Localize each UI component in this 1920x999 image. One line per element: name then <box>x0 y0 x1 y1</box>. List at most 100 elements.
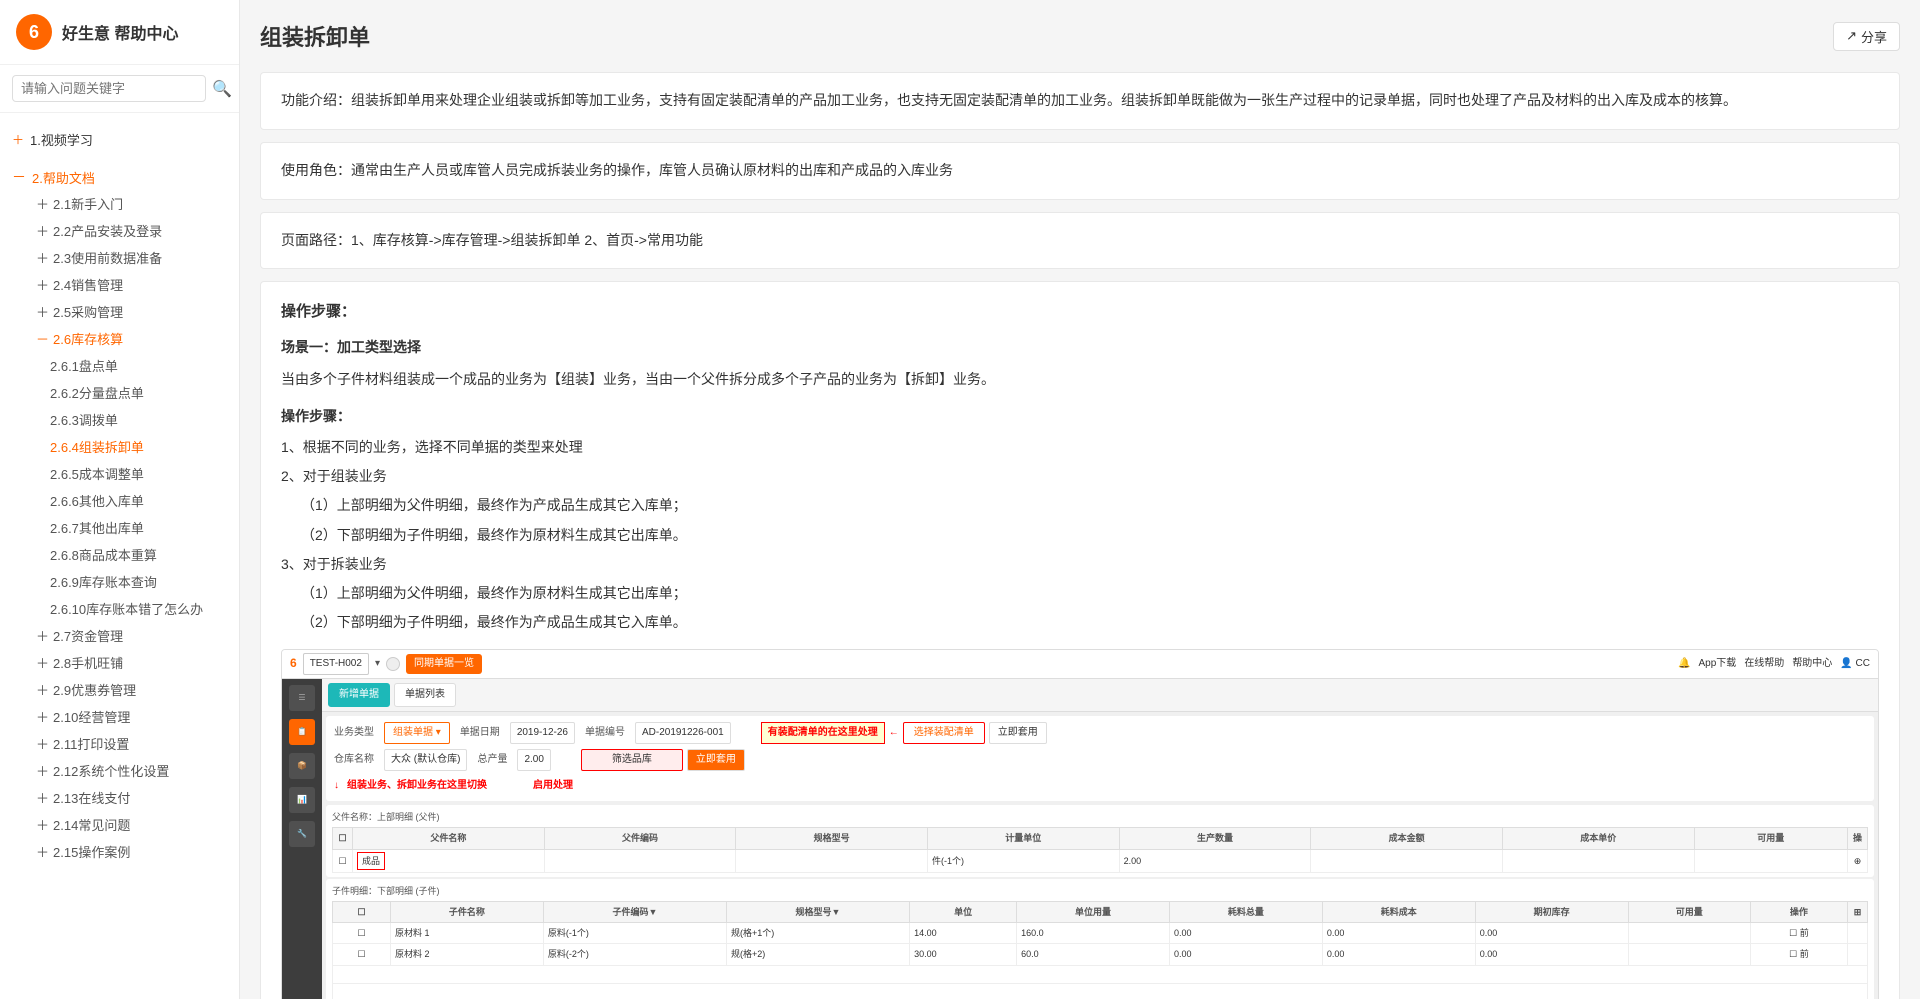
lth-cost: 耗料成本 <box>1322 902 1475 923</box>
share-icon: ↗ <box>1846 28 1857 44</box>
td-cost21 <box>1502 849 1694 872</box>
function-intro-text: 功能介绍：组装拆卸单用来处理企业组装或拆卸等加工业务，支持有固定装配清单的产品加… <box>281 92 1737 108</box>
screenshot-body: ☰ 📋 📦 📊 🔧 新增单据 单据列表 <box>282 679 1878 999</box>
sidebar-item-2-6-8[interactable]: 2.6.8商品成本重算 <box>42 541 227 568</box>
sidebar-item-2-6-2[interactable]: 2.6.2分量盘点单 <box>42 379 227 406</box>
ss-app-icon: App下载 <box>1699 655 1737 673</box>
screenshot-topbar: 6 TEST-H002 ▾ 同期单据一览 🔔 App下载 在线帮助 帮助中心 👤… <box>282 650 1878 679</box>
table-row <box>333 983 1868 999</box>
ss-count-val: 2.00 <box>517 749 550 771</box>
search-button[interactable]: 🔍 <box>212 79 232 99</box>
sidebar-item-2-6-4[interactable]: 2.6.4组装拆卸单 <box>42 433 227 460</box>
ss-arrow-annotation3: ↓ <box>334 777 339 795</box>
ss-tab-list[interactable]: 单据列表 <box>394 683 456 707</box>
lth-code: 子件编码▼ <box>543 902 726 923</box>
search-input[interactable] <box>12 75 206 102</box>
plus-icon-2-9: ＋ <box>36 680 49 699</box>
ss-nav-icon-3: 📦 <box>289 753 315 779</box>
td-cb1: ☐ <box>333 849 353 872</box>
td-name1: 成品 <box>353 849 545 872</box>
minus-icon: － <box>12 167 26 187</box>
step2-2: （2）下部明细为子件明细，最终作为原材料生成其它出库单。 <box>301 523 1879 548</box>
ss-service-icon: 帮助中心 <box>1792 655 1832 673</box>
th-count2: 生产数量 <box>1119 828 1311 849</box>
table-row: ☐ 原材料 2 原料(-2个) 规(格+2) 30.00 60.0 0.00 0… <box>333 944 1868 965</box>
lth-spec: 规格型号▼ <box>726 902 909 923</box>
ss-tabs: 新增单据 单据列表 <box>322 679 1878 712</box>
ss-assembly-select[interactable]: 选择装配清单 <box>903 722 985 744</box>
sidebar-item-2-9[interactable]: ＋ 2.9优惠券管理 <box>28 676 227 703</box>
share-button[interactable]: ↗ 分享 <box>1833 22 1900 51</box>
ss-annotation-text3: 组装业务、拆卸业务在这里切换 <box>347 777 487 795</box>
th-action: 操 <box>1848 828 1868 849</box>
sidebar-item-2-5[interactable]: ＋ 2.5采购管理 <box>28 298 227 325</box>
sidebar-item-2-13[interactable]: ＋ 2.13在线支付 <box>28 784 227 811</box>
step1: 1、根据不同的业务，选择不同单据的类型来处理 <box>281 435 1879 460</box>
ss-nav-icon-4: 📊 <box>289 787 315 813</box>
sidebar-item-2-1[interactable]: ＋ 2.1新手入门 <box>28 190 227 217</box>
td-cost1 <box>1311 849 1503 872</box>
sidebar-item-2-6-10[interactable]: 2.6.10库存账本错了怎么办 <box>42 595 227 622</box>
sidebar-item-2-2[interactable]: ＋ 2.2产品安装及登录 <box>28 217 227 244</box>
ss-add-btn[interactable]: 立即套用 <box>989 722 1047 744</box>
step3: 3、对于拆装业务 <box>281 552 1879 577</box>
td-avail1 <box>1694 849 1847 872</box>
screenshot-container: 6 TEST-H002 ▾ 同期单据一览 🔔 App下载 在线帮助 帮助中心 👤… <box>281 649 1879 999</box>
ss-nav-icon-1: ☰ <box>289 685 315 711</box>
sidebar-item-2-3[interactable]: ＋ 2.3使用前数据准备 <box>28 244 227 271</box>
sidebar-item-2-12[interactable]: ＋ 2.12系统个性化设置 <box>28 757 227 784</box>
sidebar-item-2-6-1[interactable]: 2.6.1盘点单 <box>42 352 227 379</box>
lth-avail: 可用量 <box>1628 902 1750 923</box>
table-row <box>333 965 1868 983</box>
ss-upper-table-area: 父件名称：上部明细 (父件) ☐ 父件名称 父件编码 规格型号 计 <box>326 805 1874 877</box>
ss-type-select[interactable]: 组装单据 ▾ <box>384 722 450 744</box>
ss-annotation-text4: 启用处理 <box>533 777 573 795</box>
sidebar-item-2-6-5[interactable]: 2.6.5成本调整单 <box>42 460 227 487</box>
ss-lower-table-header: ☐ 子件名称 子件编码▼ 规格型号▼ 单位 单位用量 耗料总量 耗料成本 <box>333 902 1868 923</box>
sidebar-item-2-4[interactable]: ＋ 2.4销售管理 <box>28 271 227 298</box>
nav-section-2: － 2.帮助文档 ＋ 2.1新手入门 ＋ 2.2产品安装及登录 ＋ 2.3使用前… <box>0 158 239 871</box>
sidebar-item-2-6-6[interactable]: 2.6.6其他入库单 <box>42 487 227 514</box>
sidebar-item-2-14[interactable]: ＋ 2.14常见问题 <box>28 811 227 838</box>
ss-label-count: 总产量 <box>477 751 507 769</box>
sidebar-item-2-6[interactable]: － 2.6库存核算 <box>28 325 227 352</box>
step3-2: （2）下部明细为子件明细，最终作为产成品生成其它入库单。 <box>301 610 1879 635</box>
sidebar-item-2-6-3[interactable]: 2.6.3调拨单 <box>42 406 227 433</box>
ss-warehouse-val: 大众 (默认仓库) <box>384 749 467 771</box>
sidebar-item-video-learning[interactable]: ＋ 1.视频学习 <box>12 127 227 152</box>
lth-name: 子件名称 <box>390 902 543 923</box>
sidebar-item-2-6-7[interactable]: 2.6.7其他出库单 <box>42 514 227 541</box>
ss-annotation-area1: 有装配清单的在这里处理 ← 选择装配清单 立即套用 <box>761 722 1047 744</box>
sidebar-item-2-7[interactable]: ＋ 2.7资金管理 <box>28 622 227 649</box>
plus-icon-2-10: ＋ <box>36 707 49 726</box>
plus-icon-2-4: ＋ <box>36 275 49 294</box>
sidebar-item-2-10[interactable]: ＋ 2.10经营管理 <box>28 703 227 730</box>
table-row: ☐ 原材料 1 原料(-1个) 规(格+1个) 14.00 160.0 0.00… <box>333 923 1868 944</box>
sidebar-item-2-11[interactable]: ＋ 2.11打印设置 <box>28 730 227 757</box>
scene1-title: 场景一：加工类型选择 <box>281 335 1879 360</box>
sidebar-item-2-8[interactable]: ＋ 2.8手机旺铺 <box>28 649 227 676</box>
ss-tab-active[interactable]: 新增单据 <box>328 683 390 707</box>
ss-label-warehouse: 仓库名称 <box>334 751 374 769</box>
ss-form-row1: 业务类型 组装单据 ▾ 单据日期 2019-12-26 单据编号 AD-2019… <box>334 722 1866 744</box>
plus-icon-2-3: ＋ <box>36 248 49 267</box>
step2: 2、对于组装业务 <box>281 464 1879 489</box>
td-name1-val: 成品 <box>357 852 385 870</box>
th-spec: 规格型号 <box>736 828 928 849</box>
ss-right-icons: 🔔 App下载 在线帮助 帮助中心 👤 CC <box>1678 655 1870 673</box>
ss-lower-table: ☐ 子件名称 子件编码▼ 规格型号▼ 单位 单位用量 耗料总量 耗料成本 <box>332 901 1868 999</box>
step3-1: （1）上部明细为父件明细，最终作为原材料生成其它出库单； <box>301 581 1879 606</box>
operation-steps-section: 操作步骤： 场景一：加工类型选择 当由多个子件材料组装成一个成品的业务为【组装】… <box>260 281 1900 999</box>
ss-avatar: 👤 CC <box>1840 655 1870 673</box>
lth-expand: ⊞ <box>1848 902 1868 923</box>
th-avail: 可用量 <box>1694 828 1847 849</box>
ss-label-type: 业务类型 <box>334 724 374 742</box>
sidebar-item-2-6-9[interactable]: 2.6.9库存账本查询 <box>42 568 227 595</box>
ss-new-order-btn[interactable]: 同期单据一览 <box>406 654 482 674</box>
nav-sub-items-2: ＋ 2.1新手入门 ＋ 2.2产品安装及登录 ＋ 2.3使用前数据准备 ＋ 2.… <box>12 190 227 865</box>
ss-upper-table: ☐ 父件名称 父件编码 规格型号 计量单位 生产数量 成本金额 成本单价 <box>332 827 1868 872</box>
sidebar-item-2-15[interactable]: ＋ 2.15操作案例 <box>28 838 227 865</box>
sidebar-item-help-docs[interactable]: － 2.帮助文档 <box>12 164 227 190</box>
ss-confirm-btn[interactable]: 立即套用 <box>687 749 745 771</box>
logo-icon: 6 <box>16 14 52 50</box>
